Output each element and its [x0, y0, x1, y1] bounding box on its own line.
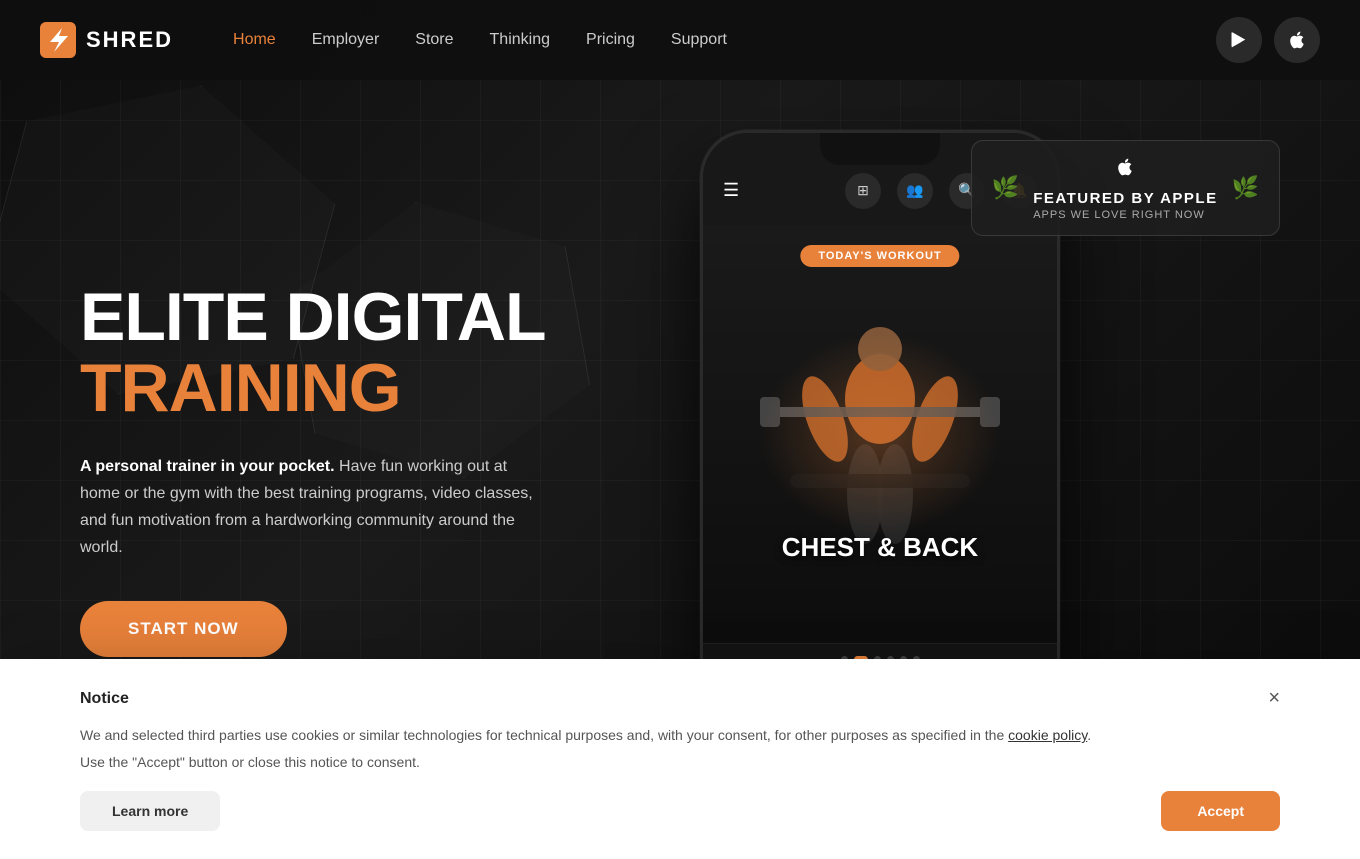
nav-link-employer[interactable]: Employer: [312, 31, 380, 49]
cookie-body-line2: Use the "Accept" button or close this no…: [80, 751, 1280, 773]
phone-menu-icon[interactable]: ☰: [723, 180, 739, 201]
cookie-notice: Notice × We and selected third parties u…: [0, 659, 1360, 859]
hero-left: ELITE DIGITAL TRAINING A personal traine…: [80, 282, 640, 658]
hero-subtitle: A personal trainer in your pocket. Have …: [80, 453, 540, 562]
hero-subtitle-bold: A personal trainer in your pocket.: [80, 458, 335, 475]
nav-link-home[interactable]: Home: [233, 31, 276, 49]
google-play-button[interactable]: [1216, 17, 1262, 63]
apple-icon: [1287, 30, 1307, 50]
cookie-body-line1: We and selected third parties use cookie…: [80, 727, 1004, 743]
brand-name: SHRED: [86, 27, 173, 53]
athlete-visual: [730, 319, 1030, 549]
nav-link-store[interactable]: Store: [415, 31, 453, 49]
featured-title: FEATURED BY APPLE: [1033, 190, 1217, 207]
cookie-period: .: [1087, 727, 1091, 743]
hero-title: ELITE DIGITAL TRAINING: [80, 282, 640, 425]
workout-name: CHEST & BACK: [703, 532, 1057, 563]
featured-badge-content: FEATURED BY APPLE APPS WE LOVE RIGHT NOW: [1033, 155, 1217, 221]
cookie-title: Notice: [80, 690, 129, 708]
cookie-policy-link[interactable]: cookie policy: [1008, 727, 1087, 743]
learn-more-button[interactable]: Learn more: [80, 791, 220, 831]
laurel-left-icon: 🌿: [992, 175, 1019, 201]
featured-badge: 🌿 FEATURED BY APPLE APPS WE LOVE RIGHT N…: [971, 140, 1280, 236]
laurel-right-icon: 🌿: [1232, 175, 1259, 201]
hero-title-white: ELITE DIGITAL: [80, 279, 546, 355]
nav-links: Home Employer Store Thinking Pricing Sup…: [233, 31, 727, 49]
shred-logo-icon: [40, 22, 76, 58]
navbar-left: SHRED Home Employer Store Thinking Prici…: [40, 22, 727, 58]
phone-nav-icon-users[interactable]: 👥: [897, 173, 933, 209]
hero-title-orange: TRAINING: [80, 350, 401, 426]
phone-workout-area: TODAY'S WORKOUT CHEST & BACK: [703, 225, 1057, 643]
app-store-button[interactable]: [1274, 17, 1320, 63]
google-play-icon: [1229, 30, 1249, 50]
apple-featured-icon: [1033, 155, 1217, 186]
navbar-right: [1216, 17, 1320, 63]
cookie-body-text: We and selected third parties use cookie…: [80, 724, 1280, 746]
start-now-button[interactable]: START NOW: [80, 601, 287, 657]
today-workout-badge: TODAY'S WORKOUT: [800, 245, 959, 267]
nav-link-support[interactable]: Support: [671, 31, 727, 49]
featured-subtitle: APPS WE LOVE RIGHT NOW: [1033, 209, 1217, 221]
cookie-close-button[interactable]: ×: [1268, 687, 1280, 710]
cookie-inner: Notice × We and selected third parties u…: [80, 687, 1280, 831]
logo: SHRED: [40, 22, 173, 58]
phone-nav-icon-grid[interactable]: ⊞: [845, 173, 881, 209]
navbar: SHRED Home Employer Store Thinking Prici…: [0, 0, 1360, 80]
nav-link-pricing[interactable]: Pricing: [586, 31, 635, 49]
nav-link-thinking[interactable]: Thinking: [490, 31, 550, 49]
cookie-actions: Learn more Accept: [80, 791, 1280, 831]
cookie-header: Notice ×: [80, 687, 1280, 710]
phone-notch: [820, 133, 940, 165]
accept-button[interactable]: Accept: [1161, 791, 1280, 831]
featured-text: FEATURED BY APPLE APPS WE LOVE RIGHT NOW: [1033, 190, 1217, 221]
